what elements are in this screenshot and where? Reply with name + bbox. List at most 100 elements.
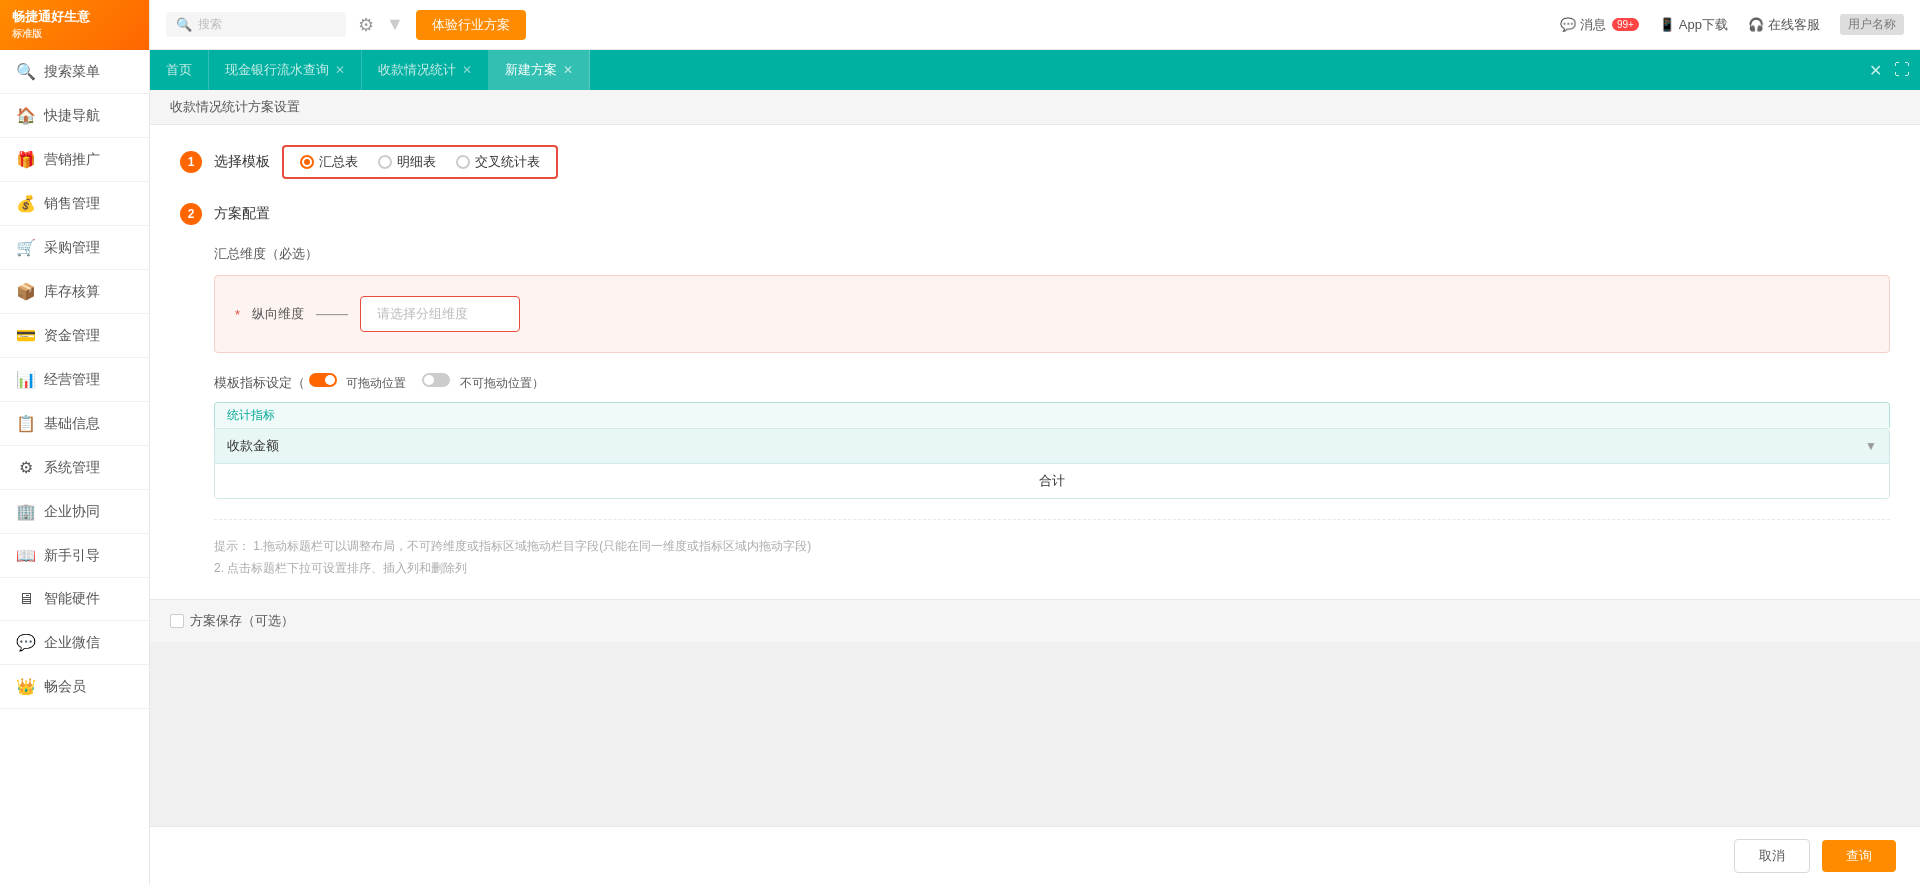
support-item[interactable]: 🎧 在线客服 xyxy=(1748,16,1820,34)
tab-close-receipt-stats[interactable]: ✕ xyxy=(462,63,472,77)
save-checkbox-item[interactable]: 方案保存（可选） xyxy=(170,612,294,630)
user-avatar[interactable]: 用户名称 xyxy=(1840,14,1904,35)
sidebar-item-label: 经营管理 xyxy=(44,371,100,389)
trial-button[interactable]: 体验行业方案 xyxy=(416,10,526,40)
finance-icon: 💳 xyxy=(16,326,36,345)
metrics-table: 收款金额 ▼ 合计 xyxy=(214,428,1890,499)
non-draggable-toggle xyxy=(422,373,450,387)
sidebar-item-marketing[interactable]: 🎁 营销推广 xyxy=(0,138,149,182)
sidebar-item-inventory[interactable]: 📦 库存核算 xyxy=(0,270,149,314)
notification-item[interactable]: 💬 消息 99+ xyxy=(1560,16,1639,34)
tab-receipt-stats[interactable]: 收款情况统计 ✕ xyxy=(362,50,489,90)
sidebar-item-system[interactable]: ⚙ 系统管理 xyxy=(0,446,149,490)
header: 🔍 搜索 ⚙ ▼ 体验行业方案 💬 消息 99+ 📱 App下载 🎧 在线客服 … xyxy=(150,0,1920,50)
tab-new-plan[interactable]: 新建方案 ✕ xyxy=(489,50,590,90)
inventory-icon: 📦 xyxy=(16,282,36,301)
step1-badge: 1 xyxy=(180,151,202,173)
system-icon: ⚙ xyxy=(16,458,36,477)
sidebar-item-basic-info[interactable]: 📋 基础信息 xyxy=(0,402,149,446)
enterprise-icon: 🏢 xyxy=(16,502,36,521)
notification-badge: 99+ xyxy=(1612,18,1639,31)
radio-detail[interactable]: 明细表 xyxy=(378,153,436,171)
save-section: 方案保存（可选） xyxy=(150,599,1920,642)
purchase-icon: 🛒 xyxy=(16,238,36,257)
save-checkbox[interactable] xyxy=(170,614,184,628)
download-item[interactable]: 📱 App下载 xyxy=(1659,16,1728,34)
sidebar-item-hardware[interactable]: 🖥 智能硬件 xyxy=(0,578,149,621)
sidebar: 畅捷通好生意 标准版 🔍 搜索菜单 🏠 快捷导航 🎁 营销推广 💰 销售管理 🛒… xyxy=(0,0,150,885)
sidebar-item-finance[interactable]: 💳 资金管理 xyxy=(0,314,149,358)
sidebar-item-search-menu[interactable]: 🔍 搜索菜单 xyxy=(0,50,149,94)
sidebar-item-label: 智能硬件 xyxy=(44,590,100,608)
form-area: 1 选择模板 汇总表 明细表 交叉统计表 xyxy=(150,125,1920,599)
metrics-row-total: 合计 xyxy=(215,464,1889,498)
page-content: 收款情况统计方案设置 1 选择模板 汇总表 明细表 xyxy=(150,90,1920,826)
guide-icon: 📖 xyxy=(16,546,36,565)
sidebar-item-label: 基础信息 xyxy=(44,415,100,433)
required-marker: * xyxy=(235,307,240,322)
sidebar-item-guide[interactable]: 📖 新手引导 xyxy=(0,534,149,578)
tab-close-new-plan[interactable]: ✕ xyxy=(563,63,573,77)
tab-close-bank-flow[interactable]: ✕ xyxy=(335,63,345,77)
dimension-title: 汇总维度（必选） xyxy=(214,245,1890,263)
sidebar-item-label: 系统管理 xyxy=(44,459,100,477)
query-button[interactable]: 查询 xyxy=(1822,840,1896,872)
search-placeholder: 搜索 xyxy=(198,16,222,33)
operation-icon: 📊 xyxy=(16,370,36,389)
radio-summary[interactable]: 汇总表 xyxy=(300,153,358,171)
step1-label: 选择模板 xyxy=(214,153,270,171)
tip-1: 提示： 1.拖动标题栏可以调整布局，不可跨维度或指标区域拖动栏目字段(只能在同一… xyxy=(214,536,1890,558)
support-icon: 🎧 xyxy=(1748,17,1764,32)
sidebar-item-sales[interactable]: 💰 销售管理 xyxy=(0,182,149,226)
cancel-button[interactable]: 取消 xyxy=(1734,839,1810,873)
search-icon: 🔍 xyxy=(176,17,192,32)
logo-text: 畅捷通好生意 xyxy=(12,9,90,25)
sidebar-item-label: 搜索菜单 xyxy=(44,63,100,81)
sidebar-item-member[interactable]: 👑 畅会员 xyxy=(0,665,149,709)
download-icon: 📱 xyxy=(1659,17,1675,32)
chevron-down-icon: ▼ xyxy=(1865,439,1877,453)
step2-label: 方案配置 xyxy=(214,205,270,223)
sidebar-item-label: 新手引导 xyxy=(44,547,100,565)
tab-bank-flow[interactable]: 现金银行流水查询 ✕ xyxy=(209,50,362,90)
sidebar-item-label: 库存核算 xyxy=(44,283,100,301)
metrics-row-amount[interactable]: 收款金额 ▼ xyxy=(215,429,1889,464)
draggable-toggle xyxy=(309,373,337,387)
vertical-dimension-label: 纵向维度 xyxy=(252,305,304,323)
dimension-area: * 纵向维度 —— 请选择分组维度 xyxy=(214,275,1890,353)
expand-icon[interactable]: ⛶ xyxy=(1894,61,1910,79)
metrics-grid: 统计指标 收款金额 ▼ 合计 xyxy=(214,402,1890,499)
tips-section: 提示： 1.拖动标题栏可以调整布局，不可跨维度或指标区域拖动栏目字段(只能在同一… xyxy=(214,519,1890,579)
metrics-header: 模板指标设定（ 可拖动位置 不可拖动位置） xyxy=(214,373,1890,392)
sales-icon: 💰 xyxy=(16,194,36,213)
template-selector: 汇总表 明细表 交叉统计表 xyxy=(282,145,558,179)
home-icon: 🏠 xyxy=(16,106,36,125)
sidebar-item-operation[interactable]: 📊 经营管理 xyxy=(0,358,149,402)
dimension-select[interactable]: 请选择分组维度 xyxy=(360,296,520,332)
sidebar-item-label: 销售管理 xyxy=(44,195,100,213)
radio-summary-circle xyxy=(300,155,314,169)
radio-cross[interactable]: 交叉统计表 xyxy=(456,153,540,171)
close-tab-ctrl-icon[interactable]: ✕ xyxy=(1869,61,1882,80)
settings-icon[interactable]: ⚙ xyxy=(358,14,374,36)
sidebar-item-enterprise[interactable]: 🏢 企业协同 xyxy=(0,490,149,534)
sidebar-item-wechat[interactable]: 💬 企业微信 xyxy=(0,621,149,665)
radio-detail-circle xyxy=(378,155,392,169)
logo: 畅捷通好生意 标准版 xyxy=(0,0,149,50)
sidebar-item-label: 快捷导航 xyxy=(44,107,100,125)
member-icon: 👑 xyxy=(16,677,36,696)
config-area: 汇总维度（必选） * 纵向维度 —— 请选择分组维度 xyxy=(214,245,1890,579)
metrics-section: 模板指标设定（ 可拖动位置 不可拖动位置） 统计指标 收款金额 ▼ xyxy=(214,373,1890,499)
header-search-box[interactable]: 🔍 搜索 xyxy=(166,12,346,37)
arrow-icon: —— xyxy=(316,305,348,323)
tip-2: 2. 点击标题栏下拉可设置排序、插入列和删除列 xyxy=(214,558,1890,580)
tab-home[interactable]: 首页 xyxy=(150,50,209,90)
gift-icon: 🎁 xyxy=(16,150,36,169)
breadcrumb: 收款情况统计方案设置 xyxy=(150,90,1920,125)
radio-cross-circle xyxy=(456,155,470,169)
sidebar-item-purchase[interactable]: 🛒 采购管理 xyxy=(0,226,149,270)
chevron-down-icon: ▼ xyxy=(386,14,404,35)
sidebar-item-quick-nav[interactable]: 🏠 快捷导航 xyxy=(0,94,149,138)
action-bar: 取消 查询 xyxy=(150,826,1920,885)
sidebar-item-label: 企业协同 xyxy=(44,503,100,521)
